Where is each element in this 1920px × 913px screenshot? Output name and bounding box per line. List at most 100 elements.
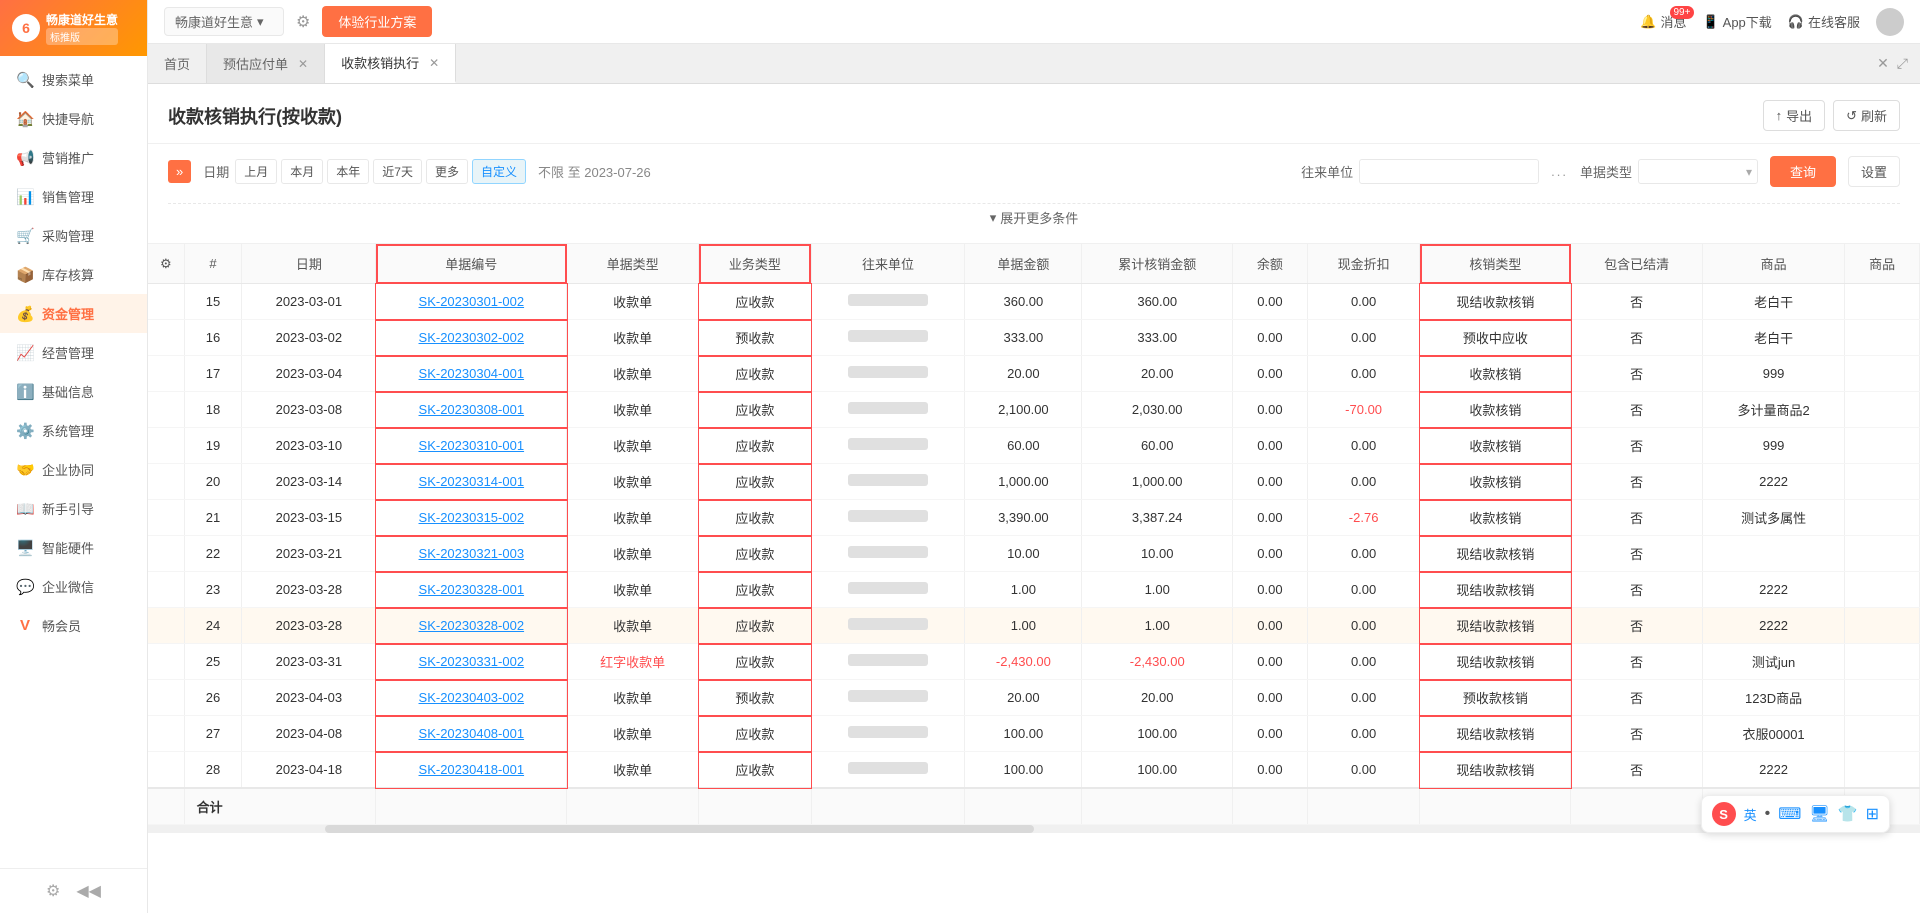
cell-bill-no[interactable]: SK-20230308-001 [376,392,567,428]
cell-bill-no[interactable]: SK-20230321-003 [376,536,567,572]
cell-bill-no[interactable]: SK-20230408-001 [376,716,567,752]
sidebar-item-marketing[interactable]: 📢 营销推广 [0,138,147,177]
sidebar-item-purchase[interactable]: 🛒 采购管理 [0,216,147,255]
partner-filter-input[interactable] [1359,159,1539,184]
inventory-icon: 📦 [16,266,34,284]
col-bill-no[interactable]: 单据编号 [376,244,567,284]
floating-item-keyboard[interactable]: ⌨ [1778,804,1801,824]
cell-bill-no[interactable]: SK-20230331-002 [376,644,567,680]
table-scrollbar[interactable] [148,825,1920,833]
logo-icon: 6 [12,14,40,42]
query-button[interactable]: 查询 [1770,156,1836,187]
cell-cash-discount: 0.00 [1307,320,1420,356]
cell-bill-type: 收款单 [567,572,699,608]
cell-balance: 0.00 [1233,644,1308,680]
collapse-icon[interactable]: ◀◀ [72,877,105,905]
page-header: 收款核销执行(按收款) ↑ 导出 ↺ 刷新 [148,84,1920,144]
cell-verify-amount: 100.00 [1082,752,1233,789]
cell-verify-type: 现结收款核销 [1420,572,1571,608]
online-service-link[interactable]: 🎧 在线客服 [1788,12,1860,31]
cell-goods: 多计量商品2 [1702,392,1844,428]
sidebar-bottom: ⚙ ◀◀ [0,868,147,913]
footer-biz-type [699,788,812,825]
tab-home[interactable]: 首页 [148,44,207,83]
settings-bottom-icon[interactable]: ⚙ [42,877,64,905]
bill-type-select[interactable] [1638,159,1758,184]
cell-bill-no[interactable]: SK-20230314-001 [376,464,567,500]
date-btn-custom[interactable]: 自定义 [472,159,526,184]
cell-bill-no[interactable]: SK-20230304-001 [376,356,567,392]
cell-partner [811,284,965,320]
sidebar-item-member[interactable]: V 畅会员 [0,606,147,645]
tab-prepay[interactable]: 预估应付单 ✕ [207,44,325,83]
date-btn-more[interactable]: 更多 [426,159,468,184]
date-btn-this-month[interactable]: 本月 [281,159,323,184]
col-settings[interactable]: ⚙ [148,244,184,284]
filter-toggle-button[interactable]: » [168,160,191,183]
footer-cash-discount [1307,788,1420,825]
maximize-icon[interactable]: ⤢ [1897,55,1908,72]
table-row: 16 2023-03-02 SK-20230302-002 收款单 预收款 33… [148,320,1920,356]
refresh-button[interactable]: ↺ 刷新 [1833,100,1900,131]
tab-receipt-verify[interactable]: 收款核销执行 ✕ [325,44,456,83]
col-date: 日期 [242,244,376,284]
col-biz-type[interactable]: 业务类型 [699,244,812,284]
sidebar-item-search[interactable]: 🔍 搜索菜单 [0,60,147,99]
floating-item-dot[interactable]: • [1765,805,1771,823]
col-balance: 余额 [1233,244,1308,284]
cell-bill-no[interactable]: SK-20230403-002 [376,680,567,716]
sidebar-item-sales[interactable]: 📊 销售管理 [0,177,147,216]
date-btn-last-month[interactable]: 上月 [235,159,277,184]
sidebar-item-finance[interactable]: 💰 资金管理 [0,294,147,333]
date-btn-7days[interactable]: 近7天 [373,159,422,184]
sidebar-item-system[interactable]: ⚙️ 系统管理 [0,411,147,450]
cell-bill-no[interactable]: SK-20230302-002 [376,320,567,356]
cell-partner [811,464,965,500]
cell-partner [811,716,965,752]
gear-icon[interactable]: ⚙ [296,12,310,32]
cell-balance: 0.00 [1233,428,1308,464]
sidebar-item-guide[interactable]: 📖 新手引导 [0,489,147,528]
col-verify-type[interactable]: 核销类型 [1420,244,1571,284]
cell-bill-no[interactable]: SK-20230328-001 [376,572,567,608]
floating-item-monitor[interactable]: 🖥 [1809,804,1829,824]
footer-include-settled [1571,788,1703,825]
cell-include-settled: 否 [1571,356,1703,392]
tab-prepay-close[interactable]: ✕ [298,57,308,71]
brand-selector[interactable]: 畅康道好生意 ▾ [164,7,284,36]
cell-verify-type: 现结收款核销 [1420,608,1571,644]
export-button[interactable]: ↑ 导出 [1763,100,1826,131]
sidebar-item-inventory[interactable]: 📦 库存核算 [0,255,147,294]
cell-date: 2023-03-02 [242,320,376,356]
user-avatar[interactable] [1876,8,1904,36]
scrollbar-thumb[interactable] [325,825,1034,833]
solution-button[interactable]: 体验行业方案 [322,6,432,37]
floating-item-ying[interactable]: 英 [1744,805,1757,824]
app-download-link[interactable]: 📱 App下载 [1702,12,1771,31]
cell-bill-no[interactable]: SK-20230310-001 [376,428,567,464]
sidebar-item-hardware[interactable]: 🖥️ 智能硬件 [0,528,147,567]
sidebar-item-operation[interactable]: 📈 经营管理 [0,333,147,372]
filter-expand-button[interactable]: ▾ 展开更多条件 [990,208,1079,227]
date-btn-this-year[interactable]: 本年 [327,159,369,184]
sidebar-item-enterprise[interactable]: 🤝 企业协同 [0,450,147,489]
cell-date: 2023-03-31 [242,644,376,680]
notification-bell[interactable]: 🔔 消息 99+ [1640,12,1686,31]
cell-no: 24 [184,608,242,644]
cell-cash-discount: 0.00 [1307,716,1420,752]
floating-item-grid[interactable]: ⊞ [1866,804,1879,824]
cell-bill-no[interactable]: SK-20230315-002 [376,500,567,536]
sidebar-item-weixin[interactable]: 💬 企业微信 [0,567,147,606]
more-filters-dots[interactable]: ... [1551,164,1568,179]
cell-date: 2023-03-28 [242,608,376,644]
cell-bill-no[interactable]: SK-20230301-002 [376,284,567,320]
sidebar-item-quick-nav[interactable]: 🏠 快捷导航 [0,99,147,138]
cell-include-settled: 否 [1571,500,1703,536]
tab-receipt-verify-close[interactable]: ✕ [429,56,439,70]
sidebar-item-basic[interactable]: ℹ️ 基础信息 [0,372,147,411]
filter-setting-button[interactable]: 设置 [1848,156,1900,187]
floating-item-shirt[interactable]: 👕 [1838,804,1858,824]
close-all-tabs-icon[interactable]: ✕ [1877,55,1889,72]
cell-bill-no[interactable]: SK-20230328-002 [376,608,567,644]
cell-bill-no[interactable]: SK-20230418-001 [376,752,567,789]
